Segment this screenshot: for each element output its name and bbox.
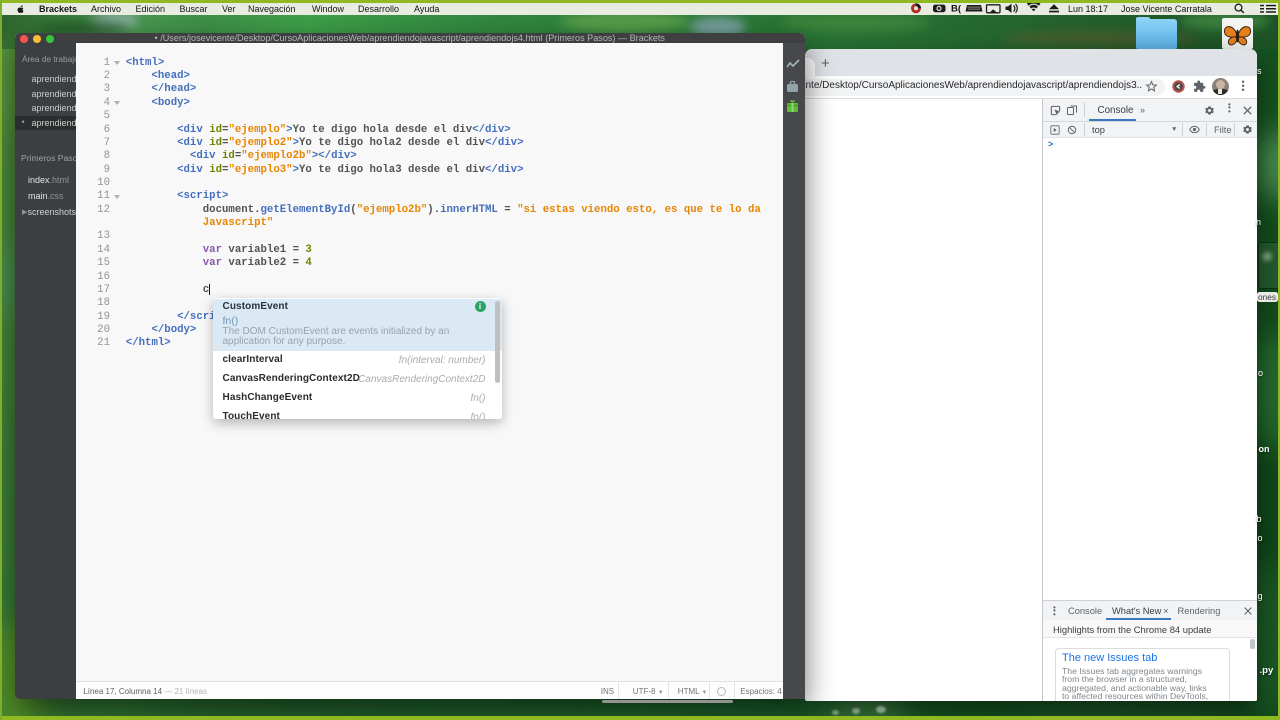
svg-text:B(: B(	[951, 4, 962, 15]
